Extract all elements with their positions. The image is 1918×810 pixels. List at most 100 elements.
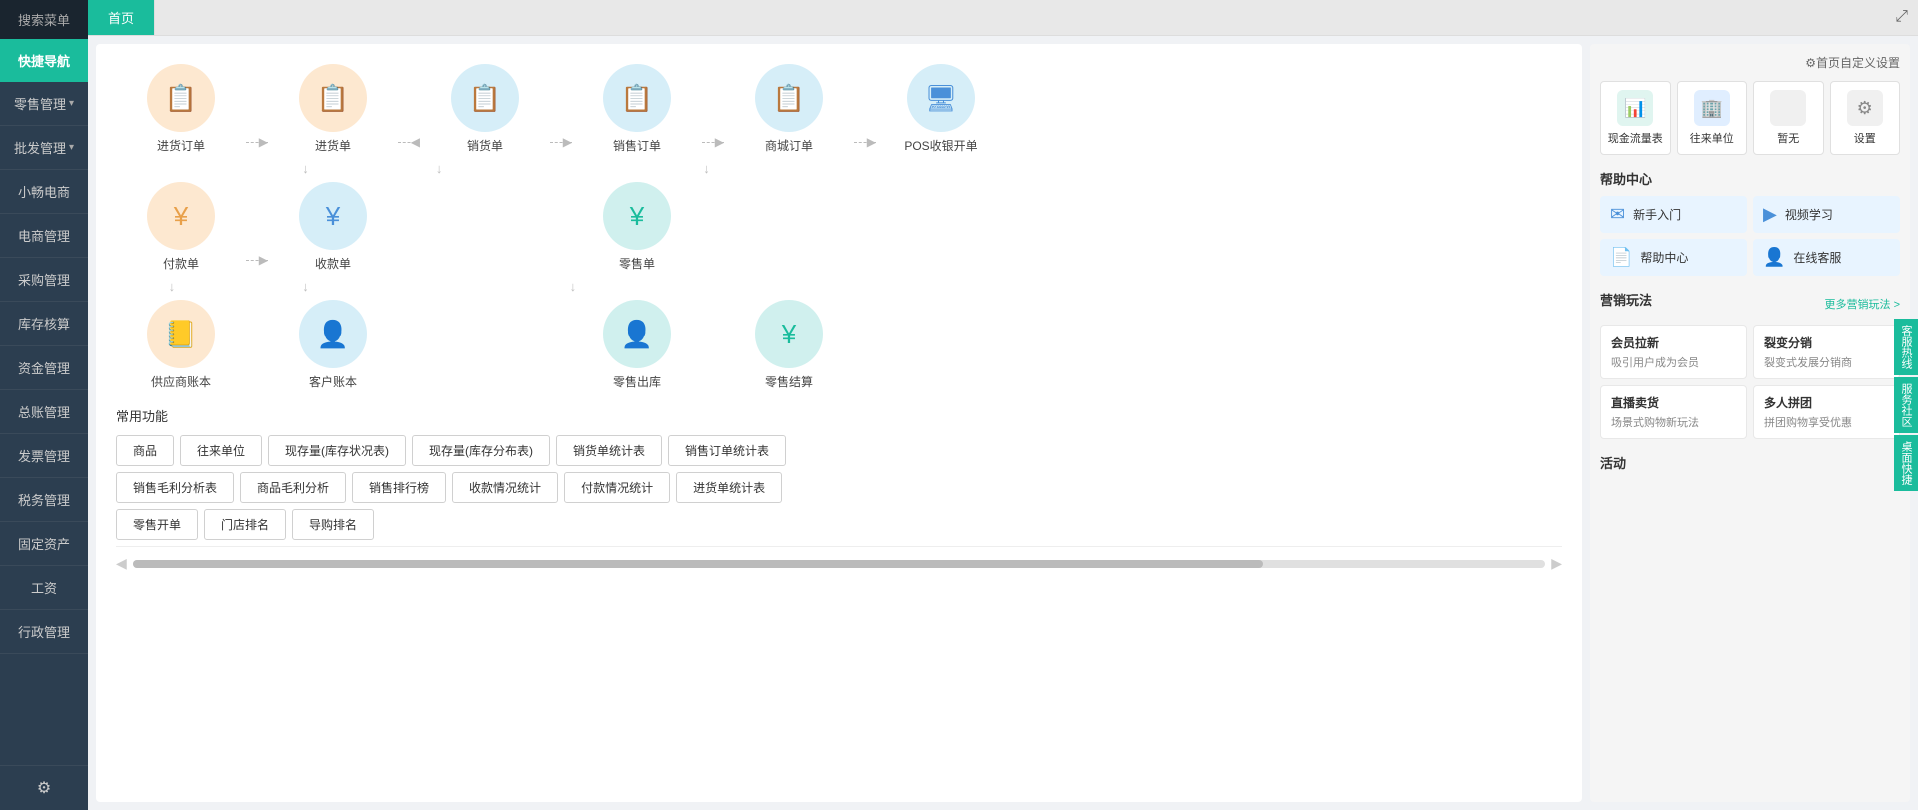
func-btn-收款情况统计[interactable]: 收款情况统计 <box>452 472 558 503</box>
flow-node-客户账本[interactable]: 👤客户账本 <box>268 300 398 390</box>
help-card-视频学习[interactable]: ▶视频学习 <box>1753 196 1900 233</box>
tab-expand-icon[interactable]: ⤢ <box>1885 0 1918 35</box>
quick-card-现金流量表[interactable]: 📊 现金流量表 <box>1600 81 1671 155</box>
customize-label[interactable]: 首页自定义设置 <box>1816 54 1900 71</box>
flow-node-付款单[interactable]: ¥付款单 <box>116 182 246 272</box>
sidebar-search[interactable]: 搜索菜单 <box>0 0 88 39</box>
marketing-grid: 会员拉新吸引用户成为会员裂变分销裂变式发展分销商直播卖货场景式购物新玩法多人拼团… <box>1600 325 1900 439</box>
float-btn-桌面快捷[interactable]: 桌面快捷 <box>1894 435 1918 491</box>
help-label: 视频学习 <box>1785 206 1833 223</box>
help-grid: ✉ 新手入门 ▶视频学习📄帮助中心👤在线客服 <box>1600 196 1900 276</box>
func-btn-现存量(库存分布表)[interactable]: 现存量(库存分布表) <box>412 435 550 466</box>
flow-node-POS收银开单[interactable]: 🖥POS收银开单 <box>876 64 1006 154</box>
mkt-card-多人拼团[interactable]: 多人拼团拼团购物享受优惠 <box>1753 385 1900 439</box>
tab-home[interactable]: 首页 <box>88 0 155 35</box>
sidebar-item-总账管理[interactable]: 总账管理 <box>0 390 88 434</box>
quick-nav-cards: 📊 现金流量表 🏢往来单位暂无 ⚙设置 <box>1600 81 1900 155</box>
func-btn-销售排行榜[interactable]: 销售排行榜 <box>352 472 446 503</box>
func-btn-进货单统计表[interactable]: 进货单统计表 <box>676 472 782 503</box>
新手入门-icon: ✉ <box>1610 204 1625 225</box>
flow-node-零售结算[interactable]: ¥零售结算 <box>724 300 854 390</box>
mkt-desc: 吸引用户成为会员 <box>1611 354 1736 370</box>
help-card-帮助中心[interactable]: 📄帮助中心 <box>1600 239 1747 276</box>
flow-node-商城订单[interactable]: 📋商城订单 <box>724 64 854 154</box>
func-btn-付款情况统计[interactable]: 付款情况统计 <box>564 472 670 503</box>
sidebar-item-零售管理[interactable]: 零售管理▾ <box>0 82 88 126</box>
mkt-card-直播卖货[interactable]: 直播卖货场景式购物新玩法 <box>1600 385 1747 439</box>
flow-node-进货单[interactable]: 📋进货单 <box>268 64 398 154</box>
float-buttons: 客服热线服务社区桌面快捷 <box>1894 319 1918 491</box>
flow-node-供应商账本[interactable]: 📒供应商账本 <box>116 300 246 390</box>
现金流量表-icon: 📊 <box>1617 90 1653 126</box>
func-btn-销售订单统计表[interactable]: 销售订单统计表 <box>668 435 786 466</box>
v-arrow-1-5 <box>784 154 896 182</box>
quick-card-label: 现金流量表 <box>1608 130 1663 146</box>
sidebar-item-批发管理[interactable]: 批发管理▾ <box>0 126 88 170</box>
func-btn-销货单统计表[interactable]: 销货单统计表 <box>556 435 662 466</box>
help-label: 新手入门 <box>1633 206 1681 223</box>
v-arrow-1-3 <box>517 154 629 182</box>
func-btn-商品毛利分析[interactable]: 商品毛利分析 <box>240 472 346 503</box>
quick-card-往来单位[interactable]: 🏢往来单位 <box>1677 81 1748 155</box>
往来单位-icon: 🏢 <box>1694 90 1730 126</box>
sidebar-item-发票管理[interactable]: 发票管理 <box>0 434 88 478</box>
mkt-card-会员拉新[interactable]: 会员拉新吸引用户成为会员 <box>1600 325 1747 379</box>
v-arrow-2-2 <box>383 272 495 300</box>
func-btn-销售毛利分析表[interactable]: 销售毛利分析表 <box>116 472 234 503</box>
sidebar-item-固定资产[interactable]: 固定资产 <box>0 522 88 566</box>
v-arrows-1: ↓↓↓ <box>116 154 896 182</box>
func-btn-门店排名[interactable]: 门店排名 <box>204 509 286 540</box>
left-panel: 📋进货订单▶📋进货单◀📋销货单▶📋销售订单▶📋商城订单▶🖥POS收银开单 ↓↓↓… <box>96 44 1582 802</box>
float-btn-客服热线[interactable]: 客服热线 <box>1894 319 1918 375</box>
在线客服-icon: 👤 <box>1763 247 1785 268</box>
flow-node-销货单[interactable]: 📋销货单 <box>420 64 550 154</box>
flow-node-零售单[interactable]: ¥零售单 <box>572 182 702 272</box>
sidebar-item-资金管理[interactable]: 资金管理 <box>0 346 88 390</box>
sidebar-item-税务管理[interactable]: 税务管理 <box>0 478 88 522</box>
sidebar-quick-nav[interactable]: 快捷导航 <box>0 39 88 82</box>
v-arrow-2-3: ↓ <box>517 272 629 300</box>
help-card-在线客服[interactable]: 👤在线客服 <box>1753 239 1900 276</box>
func-btn-导购排名[interactable]: 导购排名 <box>292 509 374 540</box>
flow-row-3: 📒供应商账本👤客户账本 👤零售出库¥零售结算 <box>116 300 1562 390</box>
marketing-more[interactable]: 更多营销玩法 > <box>1825 296 1900 312</box>
sidebar: 搜索菜单 快捷导航 零售管理▾批发管理▾小畅电商电商管理采购管理库存核算资金管理… <box>0 0 88 810</box>
sidebar-item-采购管理[interactable]: 采购管理 <box>0 258 88 302</box>
v-arrow-2-5 <box>784 272 896 300</box>
help-card-新手入门[interactable]: ✉ 新手入门 <box>1600 196 1747 233</box>
scrollbar[interactable]: ◀ ▶ <box>116 546 1562 580</box>
tab-bar: 首页 ⤢ <box>88 0 1918 36</box>
mkt-title: 会员拉新 <box>1611 334 1736 351</box>
mkt-desc: 拼团购物享受优惠 <box>1764 414 1889 430</box>
mkt-card-裂变分销[interactable]: 裂变分销裂变式发展分销商 <box>1753 325 1900 379</box>
func-btn-现存量(库存状况表)[interactable]: 现存量(库存状况表) <box>268 435 406 466</box>
flow-node-零售出库[interactable]: 👤零售出库 <box>572 300 702 390</box>
func-btn-往来单位[interactable]: 往来单位 <box>180 435 262 466</box>
quick-card-设置[interactable]: ⚙设置 <box>1830 81 1901 155</box>
sidebar-settings[interactable]: ⚙ <box>0 765 88 810</box>
quick-card-label: 暂无 <box>1777 130 1799 146</box>
gear-icon: ⚙ <box>1805 56 1816 70</box>
right-panel: ⚙ 首页自定义设置 📊现金流量表🏢往来单位暂无⚙设置 帮助中心 ✉新手入门▶视频… <box>1590 44 1910 802</box>
flow-node-进货订单[interactable]: 📋进货订单 <box>116 64 246 154</box>
flow-node-销售订单[interactable]: 📋销售订单 <box>572 64 702 154</box>
flow-node-收款单[interactable]: ¥收款单 <box>268 182 398 272</box>
帮助中心-icon: 📄 <box>1610 247 1632 268</box>
flow-row-2: ¥付款单▶¥收款单¥零售单 <box>116 182 1562 272</box>
sidebar-item-小畅电商[interactable]: 小畅电商 <box>0 170 88 214</box>
v-arrow-1-2: ↓ <box>383 154 495 182</box>
float-btn-服务社区[interactable]: 服务社区 <box>1894 377 1918 433</box>
sidebar-item-工资[interactable]: 工资 <box>0 566 88 610</box>
common-functions-title: 常用功能 <box>116 406 1562 425</box>
mkt-desc: 裂变式发展分销商 <box>1764 354 1889 370</box>
mkt-title: 裂变分销 <box>1764 334 1889 351</box>
func-btn-商品[interactable]: 商品 <box>116 435 174 466</box>
sidebar-item-库存核算[interactable]: 库存核算 <box>0 302 88 346</box>
sidebar-item-行政管理[interactable]: 行政管理 <box>0 610 88 654</box>
设置-icon: ⚙ <box>1847 90 1883 126</box>
quick-card-暂无[interactable]: 暂无 <box>1753 81 1824 155</box>
func-btn-零售开单[interactable]: 零售开单 <box>116 509 198 540</box>
func-row-3: 零售开单门店排名导购排名 <box>116 509 1562 540</box>
common-functions: 常用功能 商品往来单位现存量(库存状况表)现存量(库存分布表)销货单统计表销售订… <box>116 406 1562 540</box>
sidebar-item-电商管理[interactable]: 电商管理 <box>0 214 88 258</box>
